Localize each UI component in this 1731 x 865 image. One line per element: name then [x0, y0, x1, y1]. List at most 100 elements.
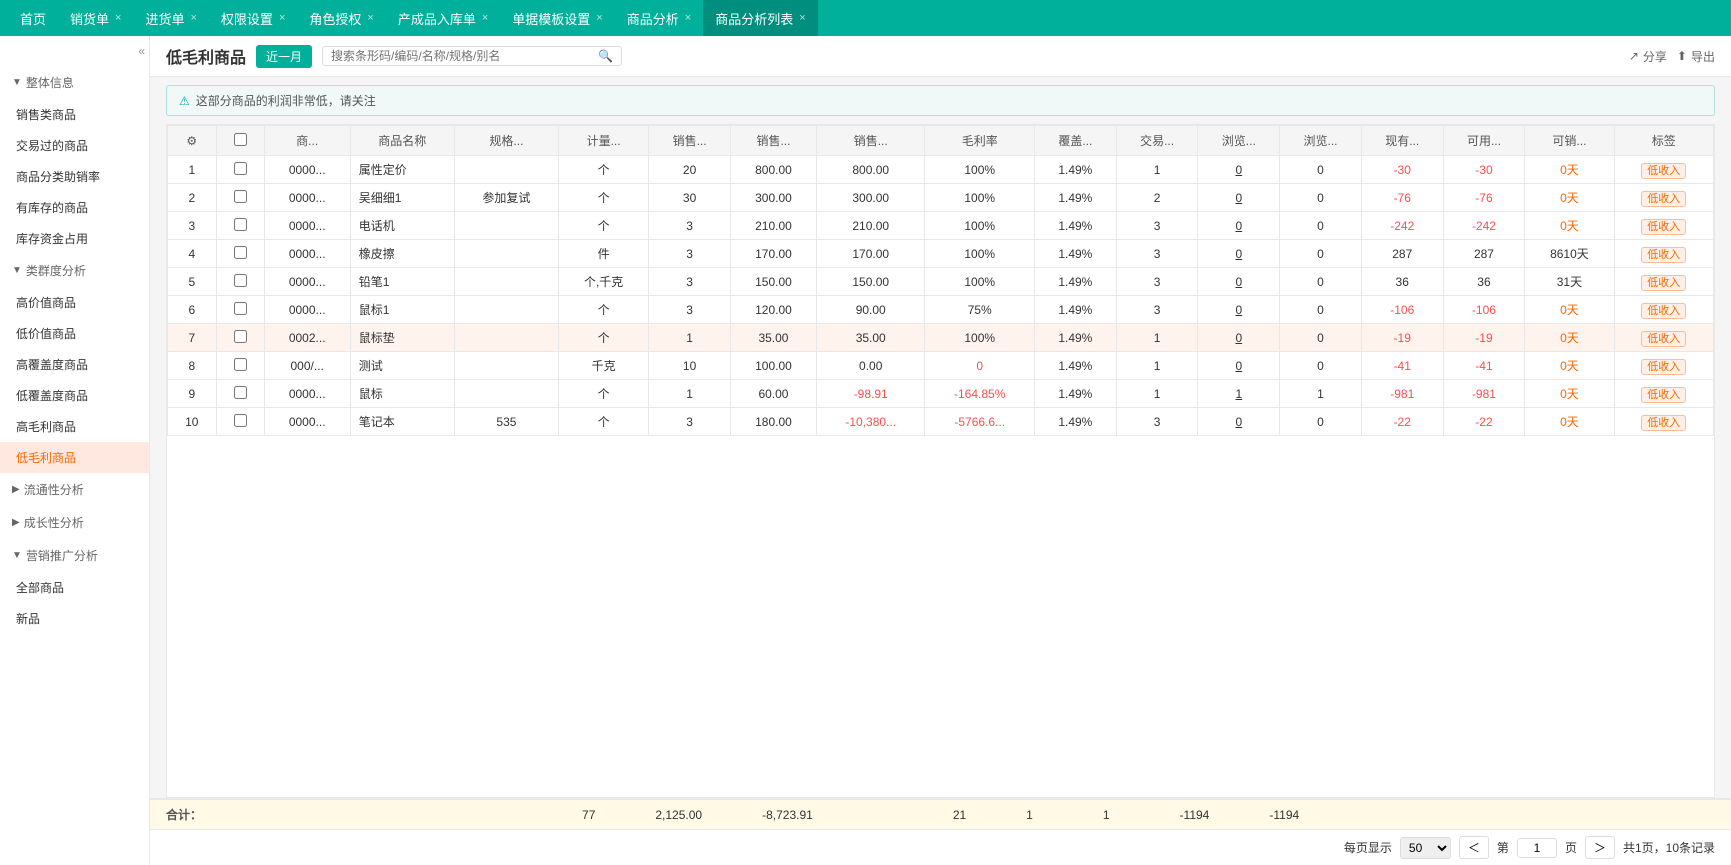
sidebar-item-low-margin[interactable]: 低毛利商品 [0, 442, 149, 473]
col-setting[interactable]: ⚙ [168, 126, 217, 156]
sidebar-item-low-coverage[interactable]: 低覆盖度商品 [0, 380, 149, 411]
row-check[interactable] [216, 408, 264, 436]
row-check[interactable] [216, 352, 264, 380]
col-unit-header[interactable]: 计量... [558, 126, 648, 156]
nav-item-purchase[interactable]: 进货单 × [133, 0, 208, 36]
row-check[interactable] [216, 212, 264, 240]
sidebar-item-all-products[interactable]: 全部商品 [0, 572, 149, 603]
row-browse1[interactable]: 0 [1198, 324, 1280, 352]
col-check-all[interactable] [216, 126, 264, 156]
nav-item-permissions[interactable]: 权限设置 × [209, 0, 297, 36]
sidebar-item-sales-products[interactable]: 销售类商品 [0, 99, 149, 130]
col-sellable-header[interactable]: 可销... [1525, 126, 1614, 156]
select-all-checkbox[interactable] [234, 133, 247, 146]
share-button[interactable]: ↗ 分享 [1629, 48, 1667, 65]
sidebar-section-cluster[interactable]: ▼ 类群度分析 [0, 254, 149, 287]
row-check[interactable] [216, 240, 264, 268]
collapse-sidebar-button[interactable]: « [0, 36, 149, 66]
page-number-input[interactable] [1517, 838, 1557, 858]
row-checkbox[interactable] [234, 274, 247, 287]
col-name-header[interactable]: 商品名称 [350, 126, 454, 156]
close-purchase-icon[interactable]: × [190, 12, 196, 24]
row-browse1[interactable]: 0 [1198, 408, 1280, 436]
col-code-header[interactable]: 商... [264, 126, 350, 156]
row-browse1[interactable]: 0 [1198, 156, 1280, 184]
row-check[interactable] [216, 380, 264, 408]
row-name[interactable]: 测试 [350, 352, 454, 380]
sidebar-item-high-value[interactable]: 高价值商品 [0, 287, 149, 318]
row-checkbox[interactable] [234, 302, 247, 315]
search-input[interactable] [331, 49, 598, 63]
row-browse1[interactable]: 0 [1198, 296, 1280, 324]
sidebar-section-growth[interactable]: ▶ 成长性分析 [0, 506, 149, 539]
sidebar-item-new-products[interactable]: 新品 [0, 603, 149, 634]
col-tag-header[interactable]: 标签 [1614, 126, 1713, 156]
col-trade-header[interactable]: 交易... [1116, 126, 1198, 156]
row-checkbox[interactable] [234, 330, 247, 343]
row-name[interactable]: 鼠标1 [350, 296, 454, 324]
close-template-icon[interactable]: × [596, 12, 602, 24]
prev-page-button[interactable]: ＜ [1459, 836, 1489, 859]
sidebar-section-circulation[interactable]: ▶ 流通性分析 [0, 473, 149, 506]
col-sale3-header[interactable]: 销售... [816, 126, 924, 156]
row-name[interactable]: 笔记本 [350, 408, 454, 436]
row-name[interactable]: 铅笔1 [350, 268, 454, 296]
nav-item-home[interactable]: 首页 [8, 0, 58, 36]
sidebar-item-low-value[interactable]: 低价值商品 [0, 318, 149, 349]
row-browse1[interactable]: 0 [1198, 212, 1280, 240]
row-check[interactable] [216, 268, 264, 296]
sidebar-item-stock-capital[interactable]: 库存资金占用 [0, 223, 149, 254]
nav-item-sales[interactable]: 销货单 × [58, 0, 133, 36]
nav-item-product-analysis[interactable]: 商品分析 × [615, 0, 703, 36]
row-check[interactable] [216, 184, 264, 212]
row-name[interactable]: 鼠标 [350, 380, 454, 408]
row-check[interactable] [216, 296, 264, 324]
row-browse1[interactable]: 0 [1198, 184, 1280, 212]
close-permissions-icon[interactable]: × [279, 12, 285, 24]
row-name[interactable]: 电话机 [350, 212, 454, 240]
nav-item-template[interactable]: 单据模板设置 × [500, 0, 614, 36]
col-coverage-header[interactable]: 覆盖... [1034, 126, 1116, 156]
row-browse1[interactable]: 0 [1198, 352, 1280, 380]
row-checkbox[interactable] [234, 246, 247, 259]
close-sales-icon[interactable]: × [115, 12, 121, 24]
nav-item-analysis-list[interactable]: 商品分析列表 × [703, 0, 817, 36]
row-name[interactable]: 吴细细1 [350, 184, 454, 212]
row-browse1[interactable]: 0 [1198, 240, 1280, 268]
sidebar-item-high-coverage[interactable]: 高覆盖度商品 [0, 349, 149, 380]
export-button[interactable]: ⬆ 导出 [1677, 48, 1715, 65]
row-name[interactable]: 属性定价 [350, 156, 454, 184]
sidebar-section-overall[interactable]: ▼ 整体信息 [0, 66, 149, 99]
col-usable-header[interactable]: 可用... [1443, 126, 1525, 156]
row-check[interactable] [216, 324, 264, 352]
next-page-button[interactable]: ＞ [1585, 836, 1615, 859]
sidebar-item-traded-products[interactable]: 交易过的商品 [0, 130, 149, 161]
sidebar-item-high-margin[interactable]: 高毛利商品 [0, 411, 149, 442]
sidebar-item-category-rate[interactable]: 商品分类助销率 [0, 161, 149, 192]
col-profit-header[interactable]: 毛利率 [925, 126, 1035, 156]
col-spec-header[interactable]: 规格... [454, 126, 558, 156]
row-checkbox[interactable] [234, 218, 247, 231]
nav-item-role[interactable]: 角色授权 × [297, 0, 385, 36]
row-name[interactable]: 橡皮擦 [350, 240, 454, 268]
row-checkbox[interactable] [234, 162, 247, 175]
close-analysis-list-icon[interactable]: × [799, 12, 805, 24]
close-analysis-icon[interactable]: × [685, 12, 691, 24]
sidebar-section-marketing[interactable]: ▼ 营销推广分析 [0, 539, 149, 572]
date-filter-button[interactable]: 近一月 [256, 45, 312, 68]
row-name[interactable]: 鼠标垫 [350, 324, 454, 352]
row-browse1[interactable]: 1 [1198, 380, 1280, 408]
close-role-icon[interactable]: × [367, 12, 373, 24]
close-product-in-icon[interactable]: × [482, 12, 488, 24]
row-checkbox[interactable] [234, 358, 247, 371]
sidebar-item-stock-products[interactable]: 有库存的商品 [0, 192, 149, 223]
col-browse2-header[interactable]: 浏览... [1280, 126, 1362, 156]
col-browse1-header[interactable]: 浏览... [1198, 126, 1280, 156]
row-checkbox[interactable] [234, 190, 247, 203]
nav-item-product-in[interactable]: 产成品入库单 × [386, 0, 500, 36]
col-stock-header[interactable]: 现有... [1361, 126, 1443, 156]
row-checkbox[interactable] [234, 386, 247, 399]
search-icon[interactable]: 🔍 [598, 49, 613, 63]
row-check[interactable] [216, 156, 264, 184]
per-page-select[interactable]: 50 100 200 [1400, 837, 1451, 859]
